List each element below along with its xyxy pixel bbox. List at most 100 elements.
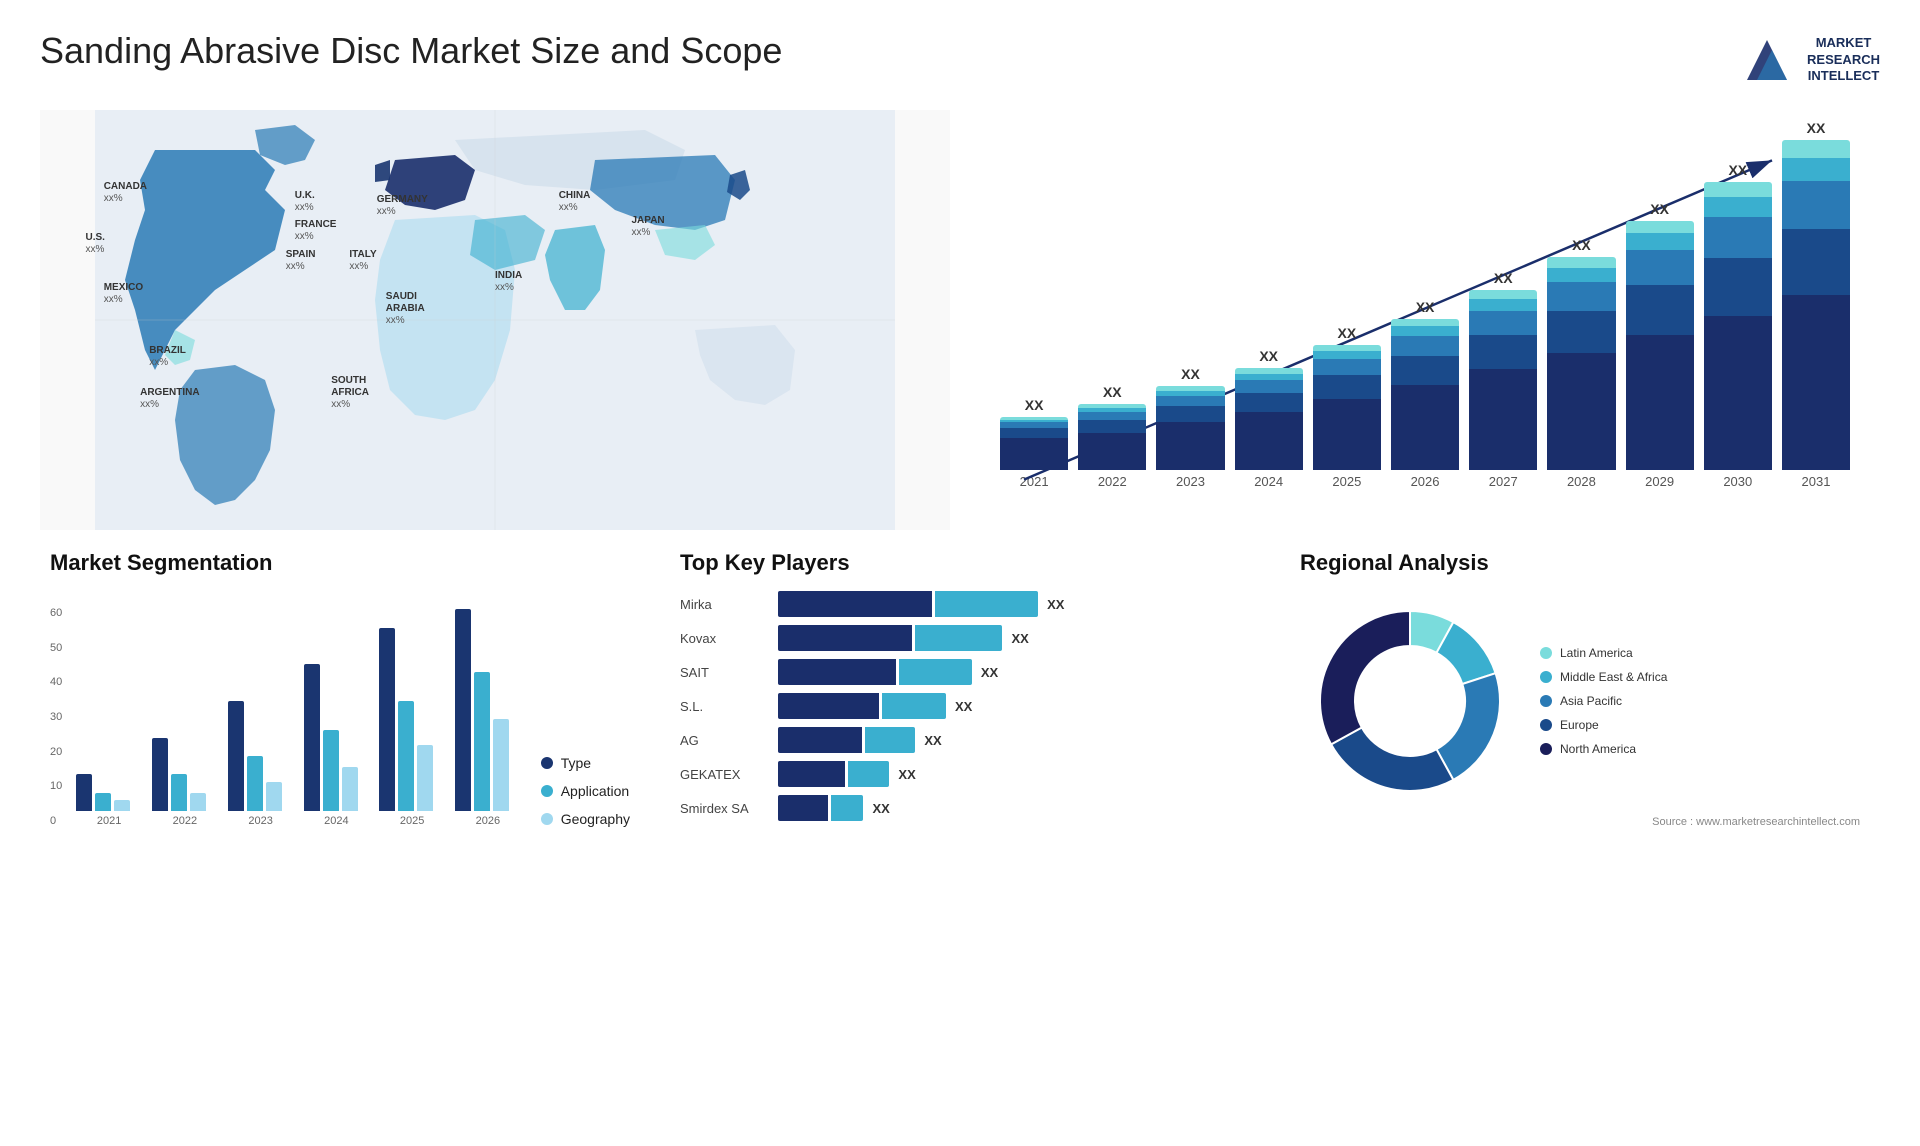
map-labels: CANADAxx% U.S.xx% MEXICOxx% BRAZILxx% AR… xyxy=(40,110,950,530)
bar-group: XX xyxy=(1156,366,1224,470)
regional-legend-item: Europe xyxy=(1540,718,1667,732)
regional-legend: Latin AmericaMiddle East & AfricaAsia Pa… xyxy=(1540,646,1667,756)
player-bar-light xyxy=(935,591,1038,617)
seg-x-label: 2024 xyxy=(304,815,370,827)
player-bar-label: XX xyxy=(1047,597,1064,612)
map-label-china: CHINAxx% xyxy=(559,190,591,214)
player-row: AG XX xyxy=(680,727,1240,753)
logo-icon xyxy=(1737,30,1797,90)
player-bar-label: XX xyxy=(924,733,941,748)
seg-x-labels: 202120222023202420252026 xyxy=(76,815,520,827)
player-bar-wrap: XX xyxy=(778,591,1240,617)
player-bar-label: XX xyxy=(955,699,972,714)
page-title: Sanding Abrasive Disc Market Size and Sc… xyxy=(40,30,782,72)
bar-stack xyxy=(1000,417,1068,470)
map-label-germany: GERMANYxx% xyxy=(377,194,428,218)
seg-bar xyxy=(493,719,509,811)
legend-type-label: Type xyxy=(561,755,591,771)
regional-legend-item: North America xyxy=(1540,742,1667,756)
player-bar-light xyxy=(865,727,915,753)
seg-bar xyxy=(398,701,414,811)
bar-top-label: XX xyxy=(1103,384,1122,400)
regional-legend-item: Latin America xyxy=(1540,646,1667,660)
bar-stack xyxy=(1235,368,1303,470)
seg-bar xyxy=(379,628,395,811)
source-text: Source : www.marketresearchintellect.com xyxy=(1300,816,1860,828)
seg-x-label: 2026 xyxy=(455,815,521,827)
player-row: Kovax XX xyxy=(680,625,1240,651)
regional-title: Regional Analysis xyxy=(1300,550,1860,576)
map-label-southafrica: SOUTHAFRICAxx% xyxy=(331,375,369,411)
regional-legend-label: Latin America xyxy=(1560,646,1633,660)
seg-x-label: 2022 xyxy=(152,815,218,827)
player-name: GEKATEX xyxy=(680,767,770,782)
seg-bar xyxy=(474,672,490,811)
bar-stack xyxy=(1704,182,1772,470)
regional-legend-dot xyxy=(1540,647,1552,659)
legend-geography: Geography xyxy=(541,811,630,827)
bar-year-label: 2024 xyxy=(1235,474,1303,489)
map-label-india: INDIAxx% xyxy=(495,270,522,294)
seg-bar xyxy=(247,756,263,811)
player-row: Smirdex SA XX xyxy=(680,795,1240,821)
player-bar-label: XX xyxy=(898,767,915,782)
seg-bar-group xyxy=(228,701,294,811)
map-label-spain: SPAINxx% xyxy=(286,249,316,273)
seg-bar-group xyxy=(455,609,521,811)
bar-stack xyxy=(1313,345,1381,471)
logo-text: MARKETRESEARCHINTELLECT xyxy=(1807,35,1880,86)
bar-stack xyxy=(1391,319,1459,470)
player-name: Smirdex SA xyxy=(680,801,770,816)
bar-year-label: 2028 xyxy=(1547,474,1615,489)
bar-stack xyxy=(1078,404,1146,470)
bar-group: XX xyxy=(1235,348,1303,470)
player-name: Kovax xyxy=(680,631,770,646)
bar-year-label: 2025 xyxy=(1313,474,1381,489)
player-bar-label: XX xyxy=(872,801,889,816)
seg-bar xyxy=(171,774,187,811)
player-row: GEKATEX XX xyxy=(680,761,1240,787)
bar-group: XX xyxy=(1078,384,1146,470)
key-players-title: Top Key Players xyxy=(680,550,1240,576)
regional-section: Regional Analysis Latin America Middle Ea… xyxy=(1280,540,1880,860)
player-name: AG xyxy=(680,733,770,748)
player-bar-light xyxy=(848,761,889,787)
player-row: SAITXX xyxy=(680,659,1240,685)
bar-group: XX xyxy=(1391,299,1459,470)
bar-top-label: XX xyxy=(1259,348,1278,364)
bar-top-label: XX xyxy=(1181,366,1200,382)
player-bar-light xyxy=(831,795,863,821)
seg-bar-group xyxy=(152,738,218,811)
regional-legend-item: Middle East & Africa xyxy=(1540,670,1667,684)
bar-stack xyxy=(1156,386,1224,470)
map-label-canada: CANADAxx% xyxy=(104,181,147,205)
seg-bar-group xyxy=(379,628,445,811)
bar-year-label: 2031 xyxy=(1782,474,1850,489)
seg-bar xyxy=(304,664,320,811)
seg-bar xyxy=(266,782,282,811)
regional-legend-label: Europe xyxy=(1560,718,1599,732)
seg-bar xyxy=(228,701,244,811)
legend-type: Type xyxy=(541,755,630,771)
seg-bar xyxy=(114,800,130,811)
regional-legend-label: Middle East & Africa xyxy=(1560,670,1667,684)
bar-stack xyxy=(1547,257,1615,470)
bar-top-label: XX xyxy=(1025,397,1044,413)
player-bar-wrap: XX xyxy=(778,659,1240,685)
regional-legend-label: North America xyxy=(1560,742,1636,756)
bar-chart-section: XXXXXXXXXXXXXXXXXXXXXX 20212022202320242… xyxy=(970,110,1880,530)
bar-group: XX xyxy=(1626,201,1694,470)
player-bar-dark xyxy=(778,795,828,821)
seg-bar-group xyxy=(76,774,142,811)
player-name: Mirka xyxy=(680,597,770,612)
key-players-section: Top Key Players MirkaXXKovaxXXSAITXXS.L.… xyxy=(660,540,1260,860)
bar-group: XX xyxy=(1313,325,1381,471)
map-label-argentina: ARGENTINAxx% xyxy=(140,387,199,411)
legend-geography-label: Geography xyxy=(561,811,630,827)
player-bar-wrap: XX xyxy=(778,625,1240,651)
map-label-uk: U.K.xx% xyxy=(295,190,315,214)
seg-x-label: 2021 xyxy=(76,815,142,827)
bar-top-label: XX xyxy=(1494,270,1513,286)
seg-bar xyxy=(152,738,168,811)
world-map-section: CANADAxx% U.S.xx% MEXICOxx% BRAZILxx% AR… xyxy=(40,110,950,530)
